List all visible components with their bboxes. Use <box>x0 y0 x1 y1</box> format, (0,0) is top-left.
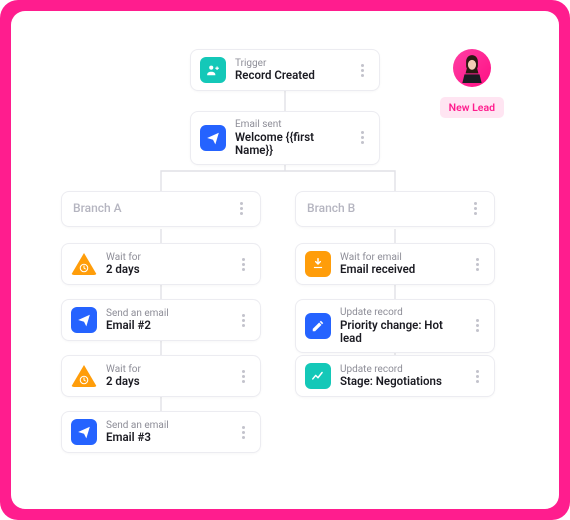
outer-frame: New Lead Trigger Record Created Email se… <box>0 0 570 520</box>
pencil-icon <box>305 313 331 339</box>
node-value: Email #3 <box>106 431 229 444</box>
node-email-welcome[interactable]: Email sent Welcome {{first Name}} <box>190 111 380 165</box>
more-menu-icon[interactable] <box>235 370 251 383</box>
node-label: Update record <box>340 307 463 319</box>
node-a-email-3[interactable]: Send an emailEmail #3 <box>61 411 261 453</box>
node-a-wait-2[interactable]: Wait for2 days <box>61 355 261 397</box>
node-b-update-stage[interactable]: Update recordStage: Negotiations <box>295 355 495 397</box>
new-lead-badge: New Lead <box>440 97 504 118</box>
node-b-update-priority[interactable]: Update recordPriority change: Hot lead <box>295 299 495 353</box>
branch-b-header[interactable]: Branch B <box>295 191 495 227</box>
branch-a-header[interactable]: Branch A <box>61 191 261 227</box>
node-value: Welcome {{first Name}} <box>235 131 348 157</box>
more-menu-icon[interactable] <box>469 258 485 271</box>
node-label: Email sent <box>235 119 348 131</box>
person-plus-icon <box>200 57 226 83</box>
more-menu-icon[interactable] <box>235 314 251 327</box>
branch-label: Branch A <box>73 202 227 216</box>
node-value: Record Created <box>235 69 348 82</box>
more-menu-icon[interactable] <box>233 202 249 215</box>
download-icon <box>305 251 331 277</box>
node-value: Stage: Negotiations <box>340 375 463 388</box>
node-a-email-2[interactable]: Send an emailEmail #2 <box>61 299 261 341</box>
more-menu-icon[interactable] <box>354 64 370 77</box>
node-value: Email received <box>340 263 463 276</box>
node-b-wait-email[interactable]: Wait for emailEmail received <box>295 243 495 285</box>
send-icon <box>71 419 97 445</box>
node-trigger[interactable]: Trigger Record Created <box>190 49 380 91</box>
more-menu-icon[interactable] <box>469 319 485 332</box>
more-menu-icon[interactable] <box>354 131 370 144</box>
node-value: 2 days <box>106 375 229 388</box>
clock-icon <box>71 251 97 277</box>
avatar <box>453 49 491 87</box>
trend-icon <box>305 363 331 389</box>
more-menu-icon[interactable] <box>235 426 251 439</box>
branch-label: Branch B <box>307 202 461 216</box>
more-menu-icon[interactable] <box>469 370 485 383</box>
node-value: Priority change: Hot lead <box>340 319 463 345</box>
workflow-canvas: New Lead Trigger Record Created Email se… <box>11 11 559 509</box>
node-a-wait-1[interactable]: Wait for2 days <box>61 243 261 285</box>
clock-icon <box>71 363 97 389</box>
send-icon <box>200 125 226 151</box>
more-menu-icon[interactable] <box>235 258 251 271</box>
node-value: 2 days <box>106 263 229 276</box>
send-icon <box>71 307 97 333</box>
more-menu-icon[interactable] <box>467 202 483 215</box>
node-value: Email #2 <box>106 319 229 332</box>
